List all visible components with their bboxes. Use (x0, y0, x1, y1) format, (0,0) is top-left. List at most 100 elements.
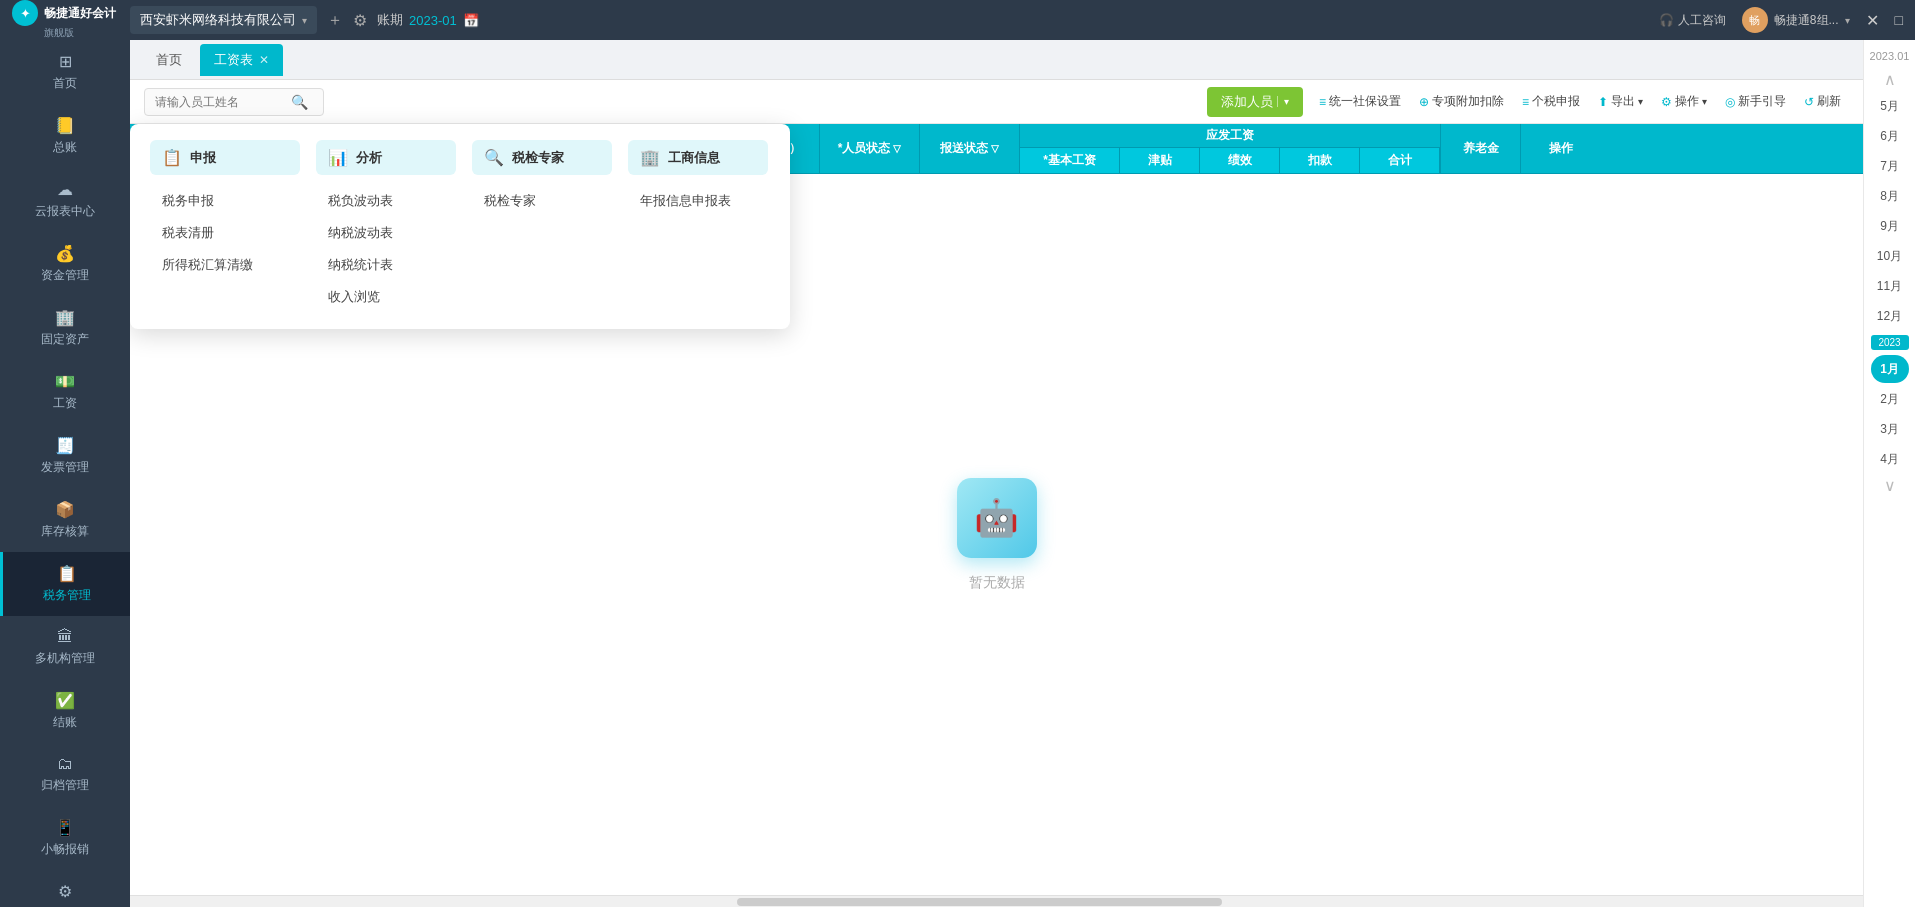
main-layout: ⊞ 首页 📒 总账 ☁ 云报表中心 💰 资金管理 🏢 固定资产 💵 工资 🧾 发… (0, 40, 1915, 907)
settings-icon: ⚙ (58, 882, 72, 901)
sidebar-item-cloud-report[interactable]: ☁ 云报表中心 (0, 168, 130, 232)
tab-salary-table[interactable]: 工资表 ✕ (200, 44, 283, 76)
fixed-assets-icon: 🏢 (55, 308, 75, 327)
th-total: 合计 (1360, 148, 1440, 173)
sidebar-label-xiaochang: 小畅报销 (41, 841, 89, 858)
dropdown-item-tax-check[interactable]: 税检专家 (472, 185, 612, 217)
sidebar-item-multi-org[interactable]: 🏛 多机构管理 (0, 616, 130, 679)
refresh-btn[interactable]: ↺ 刷新 (1796, 88, 1849, 115)
sidebar-label-multi: 多机构管理 (35, 650, 95, 667)
sidebar-label-salary: 工资 (53, 395, 77, 412)
h-scroll-thumb[interactable] (737, 898, 1222, 906)
home-icon: ⊞ (59, 52, 72, 71)
dropdown-item-annual-report[interactable]: 年报信息申报表 (628, 185, 768, 217)
date-month-8[interactable]: 8月 (1871, 182, 1909, 210)
tab-salary-label: 工资表 (214, 51, 253, 69)
dropdown-item-tax-stats[interactable]: 纳税统计表 (316, 249, 456, 281)
special-deduction-btn[interactable]: ⊕ 专项附加扣除 (1411, 88, 1512, 115)
filter-icon[interactable]: ▽ (893, 143, 901, 154)
personal-tax-btn[interactable]: ≡ 个税申报 (1514, 88, 1588, 115)
sidebar-item-ledger[interactable]: 📒 总账 (0, 104, 130, 168)
tab-close-icon[interactable]: ✕ (259, 53, 269, 67)
company-name: 西安虾米网络科技有限公司 (140, 11, 296, 29)
th-deduction-label: 扣款 (1308, 152, 1332, 169)
sidebar-item-archive[interactable]: 🗂 归档管理 (0, 743, 130, 806)
date-month-5[interactable]: 5月 (1871, 92, 1909, 120)
search-input[interactable] (155, 95, 285, 109)
h-scrollbar[interactable] (130, 895, 1863, 907)
declaration-title: 申报 (190, 149, 216, 167)
content-area: 首页 工资表 ✕ 🔍 添加人员 ▾ ≡ 统一社保设置 (130, 40, 1863, 907)
date-nav-down[interactable]: ∨ (1884, 476, 1896, 495)
sidebar-item-basic-settings[interactable]: ⚙ 基础设置 (0, 870, 130, 907)
maximize-window-icon[interactable]: □ (1895, 12, 1903, 28)
personal-tax-label: 个税申报 (1532, 93, 1580, 110)
date-month-4[interactable]: 4月 (1871, 445, 1909, 473)
sidebar-item-salary[interactable]: 💵 工资 (0, 360, 130, 424)
add-company-icon[interactable]: ＋ (327, 10, 343, 31)
customer-service-btn[interactable]: 🎧 人工咨询 (1659, 12, 1726, 29)
close-window-icon[interactable]: ✕ (1866, 11, 1879, 30)
dropdown-item-tax-table[interactable]: 税表清册 (150, 217, 300, 249)
period-area: 账期 2023-01 📅 (377, 11, 479, 29)
sidebar-item-inventory[interactable]: 📦 库存核算 (0, 488, 130, 552)
logo-icon: ✦ (12, 0, 38, 26)
date-nav-up[interactable]: ∧ (1884, 70, 1896, 89)
date-month-2[interactable]: 2月 (1871, 385, 1909, 413)
sidebar-item-settlement[interactable]: ✅ 结账 (0, 679, 130, 743)
add-person-arrow-icon: ▾ (1277, 96, 1289, 107)
date-month-1-active[interactable]: 1月 (1871, 355, 1909, 383)
social-insurance-btn[interactable]: ≡ 统一社保设置 (1311, 88, 1409, 115)
dropdown-item-payment-fluctuation[interactable]: 纳税波动表 (316, 217, 456, 249)
add-person-label: 添加人员 (1221, 93, 1273, 111)
dropdown-section-analysis: 📊 分析 税负波动表 纳税波动表 纳税统计表 收入浏览 (316, 140, 456, 313)
tab-home[interactable]: 首页 (142, 44, 196, 76)
operation-btn[interactable]: ⚙ 操作 ▾ (1653, 88, 1715, 115)
company-selector[interactable]: 西安虾米网络科技有限公司 ▾ (130, 6, 317, 34)
tax-dropdown-menu: 📋 申报 税务申报 税表清册 所得税汇算清缴 📊 分析 税负波动表 纳税波动表 … (130, 124, 790, 329)
sidebar-item-fixed-assets[interactable]: 🏢 固定资产 (0, 296, 130, 360)
logo-sub: 旗舰版 (44, 26, 120, 40)
date-month-6[interactable]: 6月 (1871, 122, 1909, 150)
th-pension: 养老金 (1441, 124, 1521, 173)
no-data-text: 暂无数据 (969, 574, 1025, 592)
date-month-3[interactable]: 3月 (1871, 415, 1909, 443)
settings-icon[interactable]: ⚙ (353, 11, 367, 30)
report-filter-icon[interactable]: ▽ (991, 143, 999, 154)
th-operate: 操作 (1521, 124, 1601, 173)
toolbar: 🔍 添加人员 ▾ ≡ 统一社保设置 ⊕ 专项附加扣除 ≡ 个税申报 (130, 80, 1863, 124)
th-report-status: 报送状态 ▽ (920, 124, 1020, 173)
section-declaration-header: 📋 申报 (150, 140, 300, 175)
guide-btn[interactable]: ◎ 新手引导 (1717, 88, 1794, 115)
search-icon: 🔍 (291, 94, 308, 110)
expert-icon: 🔍 (484, 148, 504, 167)
calendar-icon[interactable]: 📅 (463, 13, 479, 28)
date-month-12[interactable]: 12月 (1871, 302, 1909, 330)
dropdown-item-tax-fluctuation[interactable]: 税负波动表 (316, 185, 456, 217)
header-right: 🎧 人工咨询 畅 畅捷通8组... ▾ ✕ □ (1659, 7, 1903, 33)
th-performance-label: 绩效 (1228, 152, 1252, 169)
dropdown-item-tax-declaration[interactable]: 税务申报 (150, 185, 300, 217)
sidebar-item-fund[interactable]: 💰 资金管理 (0, 232, 130, 296)
sidebar-item-tax[interactable]: 📋 税务管理 (0, 552, 130, 616)
sidebar-item-invoice[interactable]: 🧾 发票管理 (0, 424, 130, 488)
sidebar-item-xiaochang[interactable]: 📱 小畅报销 (0, 806, 130, 870)
section-expert-header: 🔍 税检专家 (472, 140, 612, 175)
date-month-11[interactable]: 11月 (1871, 272, 1909, 300)
dropdown-item-income-browse[interactable]: 收入浏览 (316, 281, 456, 313)
sidebar-label-fund: 资金管理 (41, 267, 89, 284)
user-area[interactable]: 畅 畅捷通8组... ▾ (1742, 7, 1850, 33)
export-btn[interactable]: ⬆ 导出 ▾ (1590, 88, 1651, 115)
refresh-icon: ↺ (1804, 95, 1814, 109)
logo-text: 畅捷通好会计 (44, 5, 116, 22)
add-person-btn[interactable]: 添加人员 ▾ (1207, 87, 1303, 117)
date-month-10[interactable]: 10月 (1871, 242, 1909, 270)
sidebar-item-home[interactable]: ⊞ 首页 (0, 40, 130, 104)
dropdown-item-income-tax[interactable]: 所得税汇算清缴 (150, 249, 300, 281)
export-icon: ⬆ (1598, 95, 1608, 109)
date-month-9[interactable]: 9月 (1871, 212, 1909, 240)
date-month-7[interactable]: 7月 (1871, 152, 1909, 180)
business-icon: 🏢 (640, 148, 660, 167)
user-name: 畅捷通8组... (1774, 12, 1839, 29)
search-box[interactable]: 🔍 (144, 88, 324, 116)
